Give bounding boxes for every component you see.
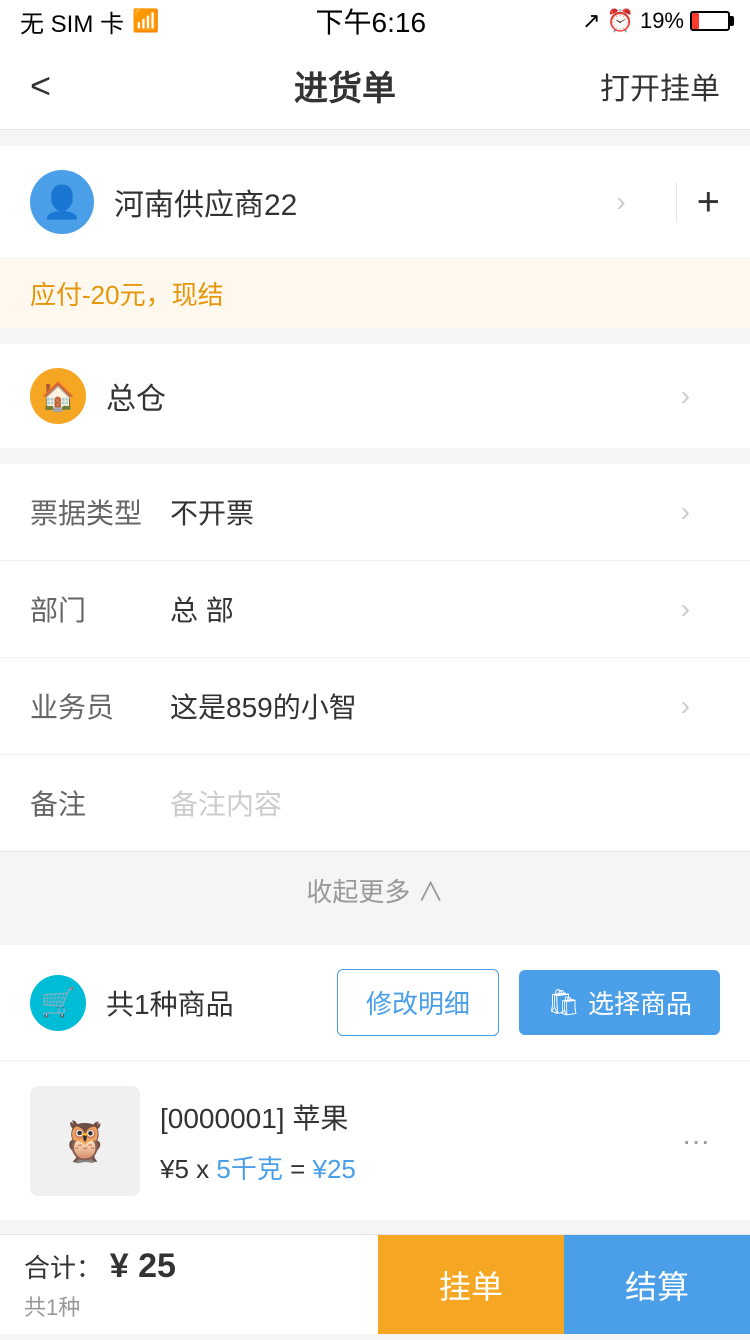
total-section: 合计： ¥ 25 共1种: [0, 1235, 378, 1334]
collapse-text: 收起更多 ∧: [306, 877, 443, 907]
hang-button[interactable]: 挂单: [378, 1235, 564, 1334]
product-id: [0000001]: [160, 1103, 292, 1134]
time-label: 下午6:16: [316, 1, 427, 41]
product-thumbnail: 🦉: [30, 1086, 140, 1196]
nav-bar: < 进货单 打开挂单: [0, 42, 750, 130]
wifi-icon: 📶: [132, 8, 159, 34]
cart-icon: 🛒: [41, 986, 76, 1019]
chevron-right-icon: ›: [681, 380, 690, 412]
form-row-invoice[interactable]: 票据类型 不开票 ›: [0, 464, 750, 561]
warehouse-icon: 🏠: [30, 368, 86, 424]
product-name: [0000001] 苹果: [160, 1097, 652, 1137]
department-value: 总 部: [150, 589, 681, 629]
warehouse-name: 总仓: [106, 374, 681, 418]
warehouse-section[interactable]: 🏠 总仓 ›: [0, 344, 750, 448]
form-row-salesperson[interactable]: 业务员 这是859的小智 ›: [0, 658, 750, 755]
salesperson-value: 这是859的小智: [150, 686, 681, 726]
chevron-right-icon: ›: [681, 593, 690, 625]
page-title: 进货单: [294, 61, 396, 110]
supplier-row[interactable]: 👤 河南供应商22 › +: [0, 146, 750, 259]
chevron-right-icon: ›: [681, 690, 690, 722]
collapse-bar[interactable]: 收起更多 ∧: [0, 851, 750, 929]
divider: [676, 182, 677, 222]
status-right: ↗ ⏰ 19%: [582, 8, 730, 34]
status-bar: 无 SIM 卡 📶 下午6:16 ↗ ⏰ 19%: [0, 0, 750, 42]
product-title: 苹果: [292, 1103, 348, 1134]
product-price: ¥5 x 5千克 = ¥25: [160, 1149, 652, 1186]
subtotal: ¥25: [313, 1154, 356, 1184]
supplier-section: 👤 河南供应商22 › + 应付-20元，现结: [0, 146, 750, 328]
checkout-button[interactable]: 结算: [564, 1235, 750, 1334]
product-more-button[interactable]: ···: [672, 1115, 720, 1167]
battery-percent: 19%: [640, 8, 684, 34]
battery-icon: [690, 11, 730, 31]
warehouse-icon-symbol: 🏠: [41, 380, 76, 413]
products-count: 共1种商品: [106, 983, 317, 1023]
select-product-label: 选择商品: [588, 984, 692, 1021]
remark-label: 备注: [30, 783, 150, 823]
products-header: 🛒 共1种商品 修改明细 🛍 选择商品: [0, 945, 750, 1060]
battery-fill: [692, 13, 699, 29]
bottom-bar: 合计： ¥ 25 共1种 挂单 结算: [0, 1234, 750, 1334]
chevron-right-icon: ›: [681, 496, 690, 528]
open-hang-button[interactable]: 打开挂单: [600, 64, 720, 108]
product-thumb-icon: 🦉: [60, 1118, 110, 1165]
back-button[interactable]: <: [30, 65, 90, 107]
form-row-department[interactable]: 部门 总 部 ›: [0, 561, 750, 658]
form-row-remark[interactable]: 备注 备注内容: [0, 755, 750, 851]
total-amount: ¥ 25: [110, 1247, 176, 1285]
form-section: 票据类型 不开票 › 部门 总 部 › 业务员 这是859的小智 › 备注 备注…: [0, 464, 750, 851]
total-count: 共1种: [24, 1290, 354, 1322]
gps-icon: ↗: [582, 8, 600, 34]
product-item: 🦉 [0000001] 苹果 ¥5 x 5千克 = ¥25 ···: [0, 1062, 750, 1220]
salesperson-label: 业务员: [30, 686, 150, 726]
info-banner: 应付-20元，现结: [0, 259, 750, 328]
quantity: 5千克: [216, 1154, 282, 1184]
product-info: [0000001] 苹果 ¥5 x 5千克 = ¥25: [160, 1097, 652, 1186]
info-banner-text: 应付-20元，现结: [30, 280, 224, 310]
select-product-button[interactable]: 🛍 选择商品: [519, 970, 720, 1035]
products-icon: 🛒: [30, 975, 86, 1031]
equals: =: [290, 1154, 312, 1184]
remark-input[interactable]: 备注内容: [150, 783, 720, 823]
unit-price: ¥5 x: [160, 1154, 216, 1184]
supplier-name: 河南供应商22: [114, 180, 616, 224]
avatar-icon: 👤: [42, 183, 82, 221]
supplier-avatar: 👤: [30, 170, 94, 234]
carrier-label: 无 SIM 卡: [20, 4, 124, 39]
select-product-icon: 🛍: [547, 987, 580, 1018]
department-label: 部门: [30, 589, 150, 629]
total-label: 合计：: [24, 1253, 102, 1283]
total-row: 合计： ¥ 25: [24, 1247, 354, 1286]
invoice-type-label: 票据类型: [30, 492, 150, 532]
chevron-right-icon: ›: [616, 186, 625, 218]
status-left: 无 SIM 卡 📶: [20, 4, 159, 39]
alarm-icon: ⏰: [607, 8, 634, 34]
add-supplier-button[interactable]: +: [697, 182, 720, 222]
edit-detail-button[interactable]: 修改明细: [337, 969, 499, 1036]
invoice-type-value: 不开票: [150, 492, 681, 532]
